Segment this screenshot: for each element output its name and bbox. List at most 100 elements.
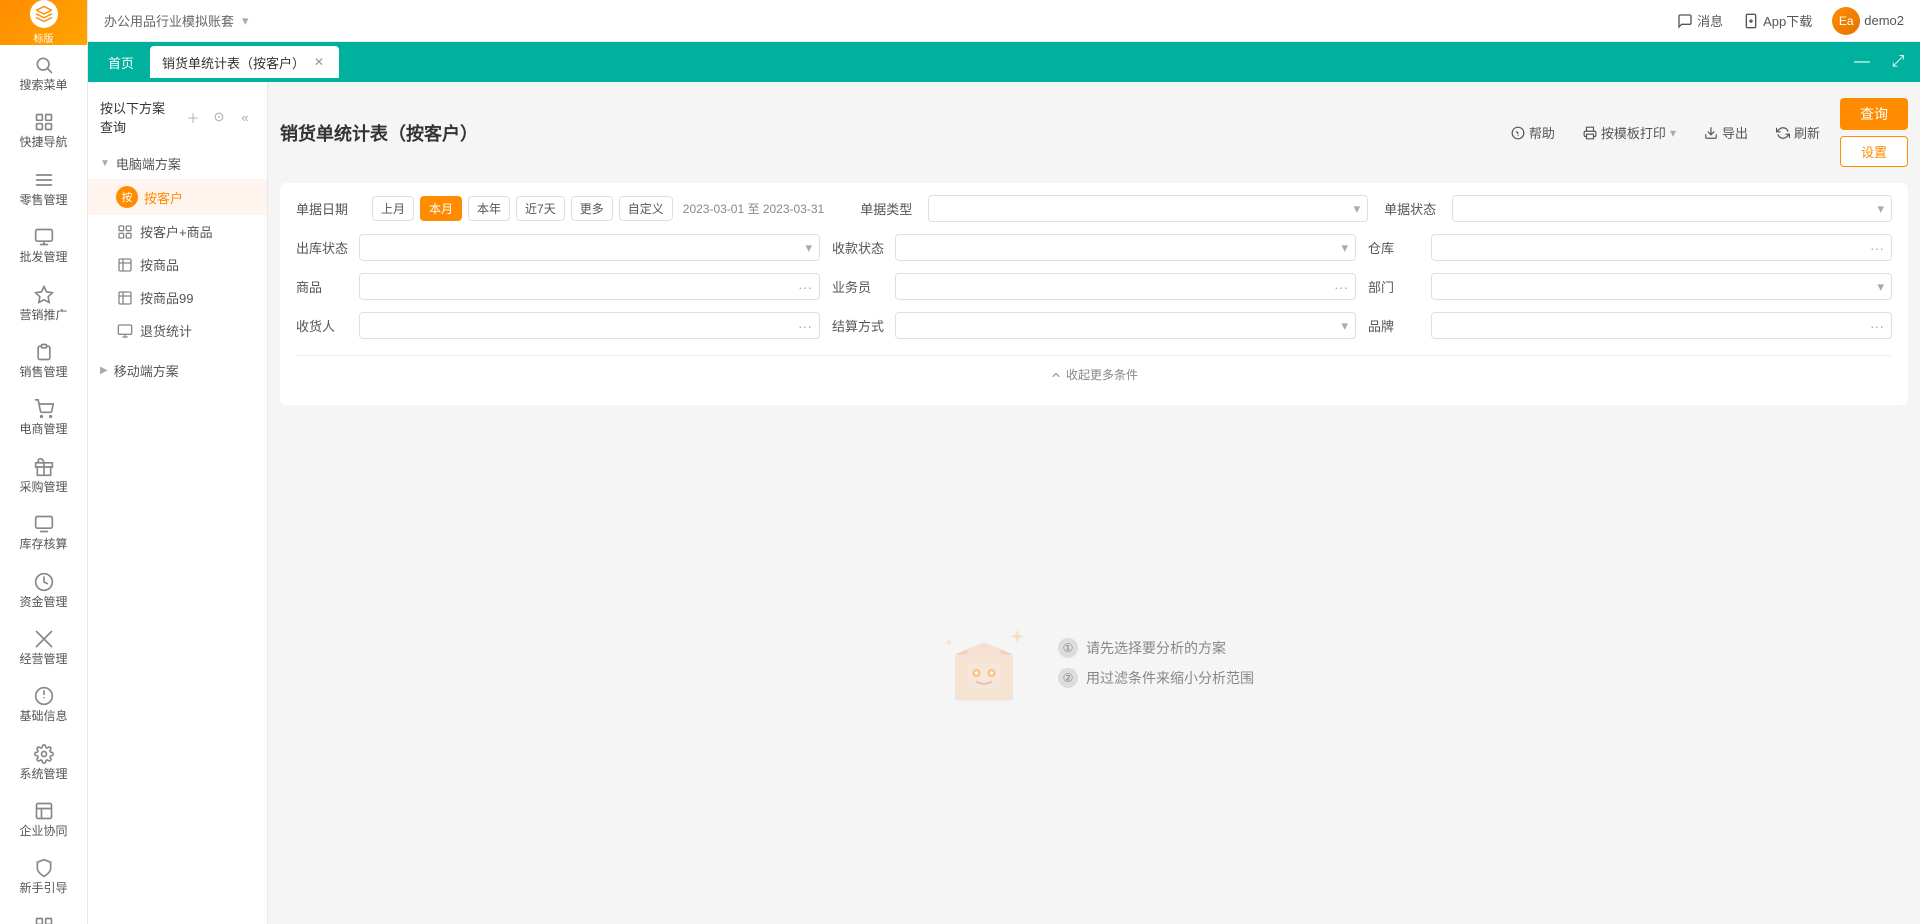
filter-field-product: 商品 ···: [296, 273, 820, 300]
sidebar-item-finance[interactable]: 资金管理: [0, 562, 87, 619]
tree-item-by-customer[interactable]: 按 按客户: [88, 179, 267, 215]
app-logo[interactable]: 标版: [0, 0, 88, 45]
brand-dots[interactable]: ···: [1870, 318, 1884, 334]
collapse-panel-btn[interactable]: «: [235, 107, 255, 127]
date-btn-more[interactable]: 更多: [571, 196, 613, 221]
settlement-select[interactable]: [895, 312, 1356, 339]
type-label: 单据类型: [860, 199, 912, 218]
template-print-btn[interactable]: 按模板打印 ▾: [1575, 119, 1684, 146]
receiptstatus-select[interactable]: [895, 234, 1356, 261]
sidebar-item-inventory[interactable]: 库存核算: [0, 504, 87, 561]
type-select[interactable]: [928, 195, 1368, 222]
date-label: 单据日期: [296, 199, 356, 218]
query-btn[interactable]: 查询: [1840, 98, 1908, 130]
tree-item-product[interactable]: 按商品: [88, 248, 267, 281]
warehouse-label: 仓库: [1368, 238, 1423, 257]
sidebar-item-retail[interactable]: 零售管理: [0, 160, 87, 217]
sidebar-item-operation[interactable]: 经营管理: [0, 619, 87, 676]
filter-field-outstatus: 出库状态 ▾: [296, 234, 820, 261]
receiver-dots[interactable]: ···: [798, 318, 812, 334]
outstatus-select[interactable]: [359, 234, 820, 261]
tree-group-pc-label: 电脑端方案: [116, 154, 181, 173]
sidebar-item-marketing[interactable]: 营销推广: [0, 275, 87, 332]
sidebar-item-purchase[interactable]: 采购管理: [0, 447, 87, 504]
sidebar-item-quicknav[interactable]: 快捷导航: [0, 102, 87, 159]
collapse-label: 收起更多条件: [1066, 366, 1138, 383]
sidebar-item-search[interactable]: 搜索菜单: [0, 45, 87, 102]
sidebar-item-ecommerce[interactable]: 电商管理: [0, 389, 87, 446]
date-btn-last-7days[interactable]: 近7天: [516, 196, 565, 221]
tree-group-pc-header[interactable]: ▼ 电脑端方案: [88, 148, 267, 179]
export-icon: [1704, 126, 1718, 140]
empty-tip-2: ② 用过滤条件来缩小分析范围: [1058, 668, 1254, 688]
salesperson-dots[interactable]: ···: [1334, 279, 1348, 295]
sidebar-item-system[interactable]: 系统管理: [0, 734, 87, 791]
date-btn-this-year[interactable]: 本年: [468, 196, 510, 221]
salesperson-input[interactable]: [895, 273, 1356, 300]
edit-scheme-btn[interactable]: ⊙: [209, 107, 229, 127]
date-btn-custom[interactable]: 自定义: [619, 196, 673, 221]
logo-icon: [30, 0, 58, 28]
outstatus-label: 出库状态: [296, 238, 351, 257]
company-selector[interactable]: 办公用品行业模拟账套: [104, 11, 234, 30]
collapse-bar: 收起更多条件: [296, 355, 1892, 393]
template-print-dropdown-icon[interactable]: ▾: [1670, 126, 1676, 140]
settings-btn[interactable]: 设置: [1840, 136, 1908, 167]
sidebar-item-appcenter[interactable]: 应用中心: [0, 906, 87, 924]
app-subtitle: 标版: [34, 30, 54, 45]
product-input[interactable]: [359, 273, 820, 300]
tab-sales-stat[interactable]: 销货单统计表（按客户） ✕: [150, 46, 339, 78]
warehouse-dots[interactable]: ···: [1870, 240, 1884, 256]
warehouse-input[interactable]: [1431, 234, 1892, 261]
tree-item-by-customer-label: 按客户: [144, 188, 183, 207]
tab-close-icon[interactable]: ✕: [311, 54, 327, 70]
product-icon: [116, 256, 134, 274]
settlement-label: 结算方式: [832, 316, 887, 335]
add-scheme-btn[interactable]: ＋: [183, 107, 203, 127]
export-label: 导出: [1722, 123, 1748, 142]
empty-tips: ① 请先选择要分析的方案 ② 用过滤条件来缩小分析范围: [1058, 638, 1254, 688]
sidebar-item-newuser[interactable]: 新手引导: [0, 848, 87, 905]
tree-item-returns[interactable]: 退货统计: [88, 314, 267, 347]
help-btn[interactable]: 帮助: [1503, 119, 1563, 146]
receiver-label: 收货人: [296, 316, 351, 335]
export-btn[interactable]: 导出: [1696, 119, 1756, 146]
action-buttons: 查询 设置: [1840, 98, 1908, 167]
date-btn-this-month[interactable]: 本月: [420, 196, 462, 221]
brand-input[interactable]: [1431, 312, 1892, 339]
department-select[interactable]: [1431, 273, 1892, 300]
receiptstatus-control: ▾: [895, 234, 1356, 261]
sidebar-marketing-label: 营销推广: [19, 308, 67, 322]
sidebar-item-sales[interactable]: 销售管理: [0, 332, 87, 389]
status-select[interactable]: [1452, 195, 1892, 222]
filter-field-department: 部门 ▾: [1368, 273, 1892, 300]
user-info[interactable]: Ea demo2: [1832, 7, 1904, 35]
app-download-label: App下载: [1763, 11, 1812, 30]
tree-item-product99[interactable]: 按商品99: [88, 281, 267, 314]
sidebar-operation-label: 经营管理: [19, 652, 67, 666]
date-btn-last-month[interactable]: 上月: [372, 196, 414, 221]
tab-home[interactable]: 首页: [96, 46, 146, 78]
filter-row-4: 收货人 ··· 结算方式: [296, 312, 1892, 339]
receiver-input[interactable]: [359, 312, 820, 339]
sidebar-item-wholesale[interactable]: 批发管理: [0, 217, 87, 274]
filter-field-receiver: 收货人 ···: [296, 312, 820, 339]
refresh-label: 刷新: [1794, 123, 1820, 142]
message-btn[interactable]: 消息: [1677, 11, 1723, 30]
tree-group-mobile-header[interactable]: ▶ 移动端方案: [88, 355, 267, 386]
page-title-bar: 销货单统计表（按客户） 帮助: [280, 94, 1908, 175]
left-panel: 按以下方案查询 ＋ ⊙ « ▼ 电脑端方案 按 按客户: [88, 82, 268, 924]
tree-item-customer-product[interactable]: 按客户+商品: [88, 215, 267, 248]
minimize-btn[interactable]: —: [1848, 48, 1876, 76]
product-dots[interactable]: ···: [798, 279, 812, 295]
app-download-btn[interactable]: App下载: [1743, 11, 1812, 30]
sidebar-item-enterprise[interactable]: 企业协同: [0, 791, 87, 848]
sidebar-item-basicinfo[interactable]: 基础信息: [0, 676, 87, 733]
tree-item-product99-label: 按商品99: [140, 288, 193, 307]
tip-num-2: ②: [1058, 668, 1078, 688]
refresh-btn[interactable]: 刷新: [1768, 119, 1828, 146]
collapse-btn[interactable]: 收起更多条件: [1034, 362, 1154, 387]
maximize-btn[interactable]: ⤢: [1884, 48, 1912, 76]
receiver-control: ···: [359, 312, 820, 339]
dropdown-icon[interactable]: ▾: [242, 13, 249, 29]
